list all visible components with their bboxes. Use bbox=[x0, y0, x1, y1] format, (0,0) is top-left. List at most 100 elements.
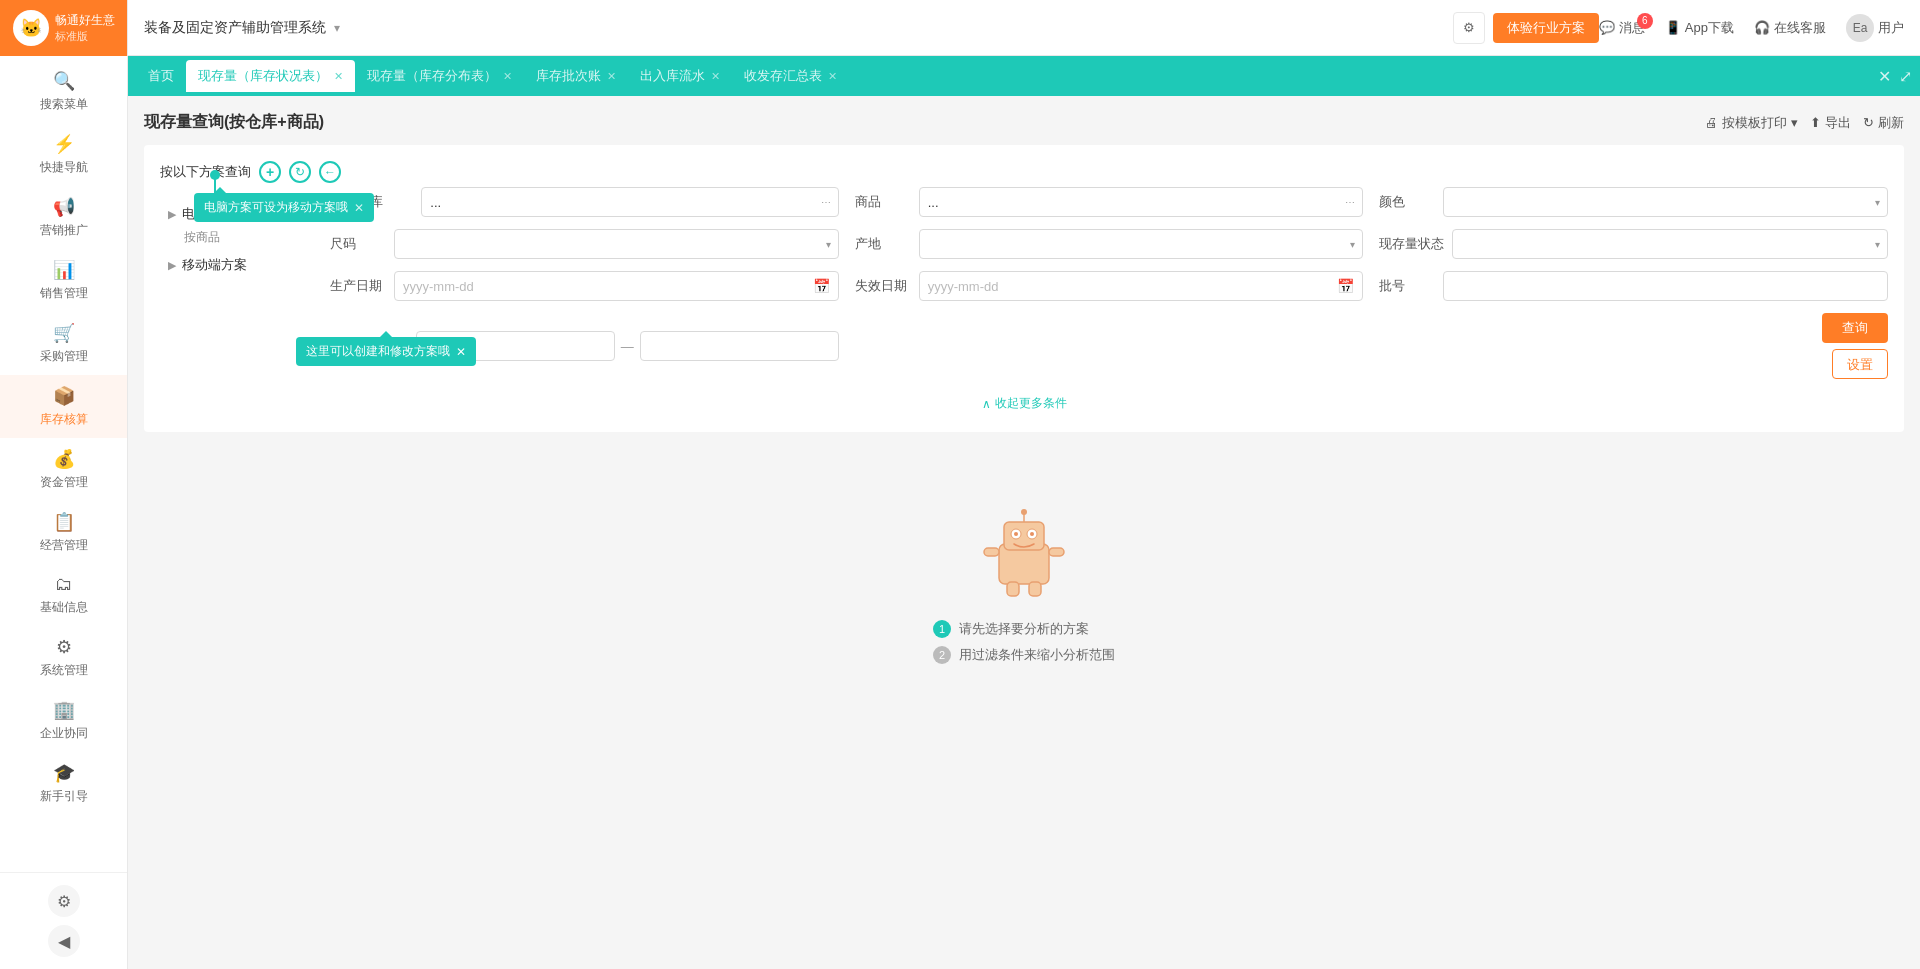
sidebar-bottom: ⚙ ◀ bbox=[0, 872, 127, 969]
system-title-text: 装备及固定资产辅助管理系统 bbox=[144, 19, 326, 37]
expiry-date-calendar-icon: 📅 bbox=[1337, 278, 1354, 294]
stock-main-to[interactable] bbox=[640, 331, 839, 361]
scheme-tooltip-1-close[interactable]: ✕ bbox=[354, 201, 364, 215]
tab-close-inventory-dist[interactable]: ✕ bbox=[503, 70, 512, 83]
sidebar-item-enterprise[interactable]: 🏢 企业协同 bbox=[0, 689, 127, 752]
reset-button[interactable]: 设置 bbox=[1832, 349, 1888, 379]
refresh-icon: ↻ bbox=[1863, 115, 1874, 130]
sidebar-item-marketing[interactable]: 📢 营销推广 bbox=[0, 186, 127, 249]
filter-add-scheme-button[interactable]: + bbox=[259, 161, 281, 183]
export-icon: ⬆ bbox=[1810, 115, 1821, 130]
tab-inventory-dist[interactable]: 现存量（库存分布表） ✕ bbox=[355, 60, 524, 92]
tab-close-all-button[interactable]: ✕ bbox=[1878, 67, 1891, 86]
sidebar-item-search[interactable]: 🔍 搜索菜单 bbox=[0, 60, 127, 123]
user-avatar: Ea bbox=[1846, 14, 1874, 42]
origin-select[interactable] bbox=[919, 229, 1364, 259]
settings-button[interactable]: ⚙ bbox=[48, 885, 80, 917]
main-area: 装备及固定资产辅助管理系统 ▾ ⚙ 体验行业方案 💬 消息 6 📱 App下载 … bbox=[128, 0, 1920, 969]
collapse-bar[interactable]: ∧ 收起更多条件 bbox=[160, 387, 1888, 416]
tab-maximize-button[interactable]: ⤢ bbox=[1899, 67, 1912, 86]
user-action[interactable]: Ea 用户 bbox=[1846, 14, 1904, 42]
collapse-sidebar-button[interactable]: ◀ bbox=[48, 925, 80, 957]
origin-label: 产地 bbox=[855, 235, 911, 253]
online-service-action[interactable]: 🎧 在线客服 bbox=[1754, 19, 1826, 37]
filter-refresh-button[interactable]: ↻ bbox=[289, 161, 311, 183]
refresh-button[interactable]: ↻ 刷新 bbox=[1863, 114, 1904, 132]
settings-gear-button[interactable]: ⚙ bbox=[1453, 12, 1485, 44]
tab-close-batch-ledger[interactable]: ✕ bbox=[607, 70, 616, 83]
svg-rect-8 bbox=[1007, 582, 1019, 596]
stock-status-select[interactable] bbox=[1452, 229, 1888, 259]
tab-inout-flow[interactable]: 出入库流水 ✕ bbox=[628, 60, 732, 92]
filter-row-color: 颜色 ▾ bbox=[1379, 187, 1888, 217]
query-button[interactable]: 查询 bbox=[1822, 313, 1888, 343]
app-download-action[interactable]: 📱 App下载 bbox=[1665, 19, 1734, 37]
filter-row-stock-status: 现存量状态 ▾ bbox=[1379, 229, 1888, 259]
inventory-icon: 📦 bbox=[53, 385, 75, 407]
marketing-icon: 📢 bbox=[53, 196, 75, 218]
filter-back-button[interactable]: ← bbox=[319, 161, 341, 183]
warehouse-select-wrap: ⋯ bbox=[421, 187, 838, 217]
page-title: 现存量查询(按仓库+商品) bbox=[144, 112, 324, 133]
batch-no-label: 批号 bbox=[1379, 277, 1435, 295]
tab-close-inout-flow[interactable]: ✕ bbox=[711, 70, 720, 83]
svg-rect-7 bbox=[1049, 548, 1064, 556]
logo-text: 畅通好生意 标准版 bbox=[55, 13, 115, 43]
production-date-calendar-icon: 📅 bbox=[813, 278, 830, 294]
query-action-col: 查询 设置 bbox=[1379, 313, 1888, 379]
message-action[interactable]: 💬 消息 6 bbox=[1599, 19, 1645, 37]
sidebar-item-quicknav[interactable]: ⚡ 快捷导航 bbox=[0, 123, 127, 186]
filter-row-warehouse: ··· 仓库 ⋯ bbox=[330, 187, 839, 217]
sidebar-item-operations[interactable]: 📋 经营管理 bbox=[0, 501, 127, 564]
production-date-input[interactable]: yyyy-mm-dd 📅 bbox=[394, 271, 839, 301]
stock-range-separator: — bbox=[621, 339, 634, 354]
finance-icon: 💰 bbox=[53, 448, 75, 470]
scheme-node-mobile[interactable]: ▶ 移动端方案 bbox=[160, 252, 320, 278]
collapse-icon: ∧ bbox=[982, 397, 991, 411]
color-select[interactable] bbox=[1443, 187, 1888, 217]
step-2-num: 2 bbox=[933, 646, 951, 664]
sidebar-item-sales[interactable]: 📊 销售管理 bbox=[0, 249, 127, 312]
sidebar-item-basic[interactable]: 🗂 基础信息 bbox=[0, 564, 127, 626]
export-button[interactable]: ⬆ 导出 bbox=[1810, 114, 1851, 132]
scheme-child-1: 按商品 bbox=[160, 227, 320, 248]
warehouse-input[interactable] bbox=[421, 187, 838, 217]
filter-row-expiry-date: 失效日期 yyyy-mm-dd 📅 bbox=[855, 271, 1364, 301]
industry-plan-button[interactable]: 体验行业方案 bbox=[1493, 13, 1599, 43]
sidebar-item-system[interactable]: ⚙ 系统管理 bbox=[0, 626, 127, 689]
tab-batch-ledger[interactable]: 库存批次账 ✕ bbox=[524, 60, 628, 92]
batch-no-input[interactable] bbox=[1443, 271, 1888, 301]
scheme-edit-tooltip-close[interactable]: ✕ bbox=[456, 345, 466, 359]
tab-close-inventory-status[interactable]: ✕ bbox=[334, 70, 343, 83]
empty-step-2: 2 用过滤条件来缩小分析范围 bbox=[933, 646, 1115, 664]
goods-label: 商品 bbox=[855, 193, 911, 211]
tab-inventory-status[interactable]: 现存量（库存状况表） ✕ bbox=[186, 60, 355, 92]
page-actions: 🖨 按模板打印 ▾ ⬆ 导出 ↻ 刷新 bbox=[1705, 114, 1904, 132]
system-title-dropdown-icon[interactable]: ▾ bbox=[334, 21, 340, 35]
top-header: 装备及固定资产辅助管理系统 ▾ ⚙ 体验行业方案 💬 消息 6 📱 App下载 … bbox=[128, 0, 1920, 56]
color-label: 颜色 bbox=[1379, 193, 1435, 211]
tab-collect-summary[interactable]: 收发存汇总表 ✕ bbox=[732, 60, 849, 92]
goods-input[interactable] bbox=[919, 187, 1364, 217]
tab-home[interactable]: 首页 bbox=[136, 60, 186, 92]
size-select-wrap: ▾ bbox=[394, 229, 839, 259]
expiry-date-input[interactable]: yyyy-mm-dd 📅 bbox=[919, 271, 1364, 301]
operations-icon: 📋 bbox=[53, 511, 75, 533]
phone-icon: 📱 bbox=[1665, 20, 1681, 35]
filter-row-size: 尺码 ▾ bbox=[330, 229, 839, 259]
sidebar-item-inventory[interactable]: 📦 库存核算 bbox=[0, 375, 127, 438]
sidebar-item-purchase[interactable]: 🛒 采购管理 bbox=[0, 312, 127, 375]
print-button[interactable]: 🖨 按模板打印 ▾ bbox=[1705, 114, 1798, 132]
stock-status-select-wrap: ▾ bbox=[1452, 229, 1888, 259]
logo-area: 🐱 畅通好生意 标准版 bbox=[0, 0, 127, 56]
empty-illustration bbox=[974, 504, 1074, 604]
mobile-node-arrow: ▶ bbox=[168, 259, 176, 272]
tab-bar-actions: ✕ ⤢ bbox=[1878, 67, 1912, 86]
sidebar-item-guide[interactable]: 🎓 新手引导 bbox=[0, 752, 127, 815]
origin-select-wrap: ▾ bbox=[919, 229, 1364, 259]
tab-close-collect-summary[interactable]: ✕ bbox=[828, 70, 837, 83]
purchase-icon: 🛒 bbox=[53, 322, 75, 344]
size-select[interactable] bbox=[394, 229, 839, 259]
logo-icon: 🐱 bbox=[13, 10, 49, 46]
sidebar-item-finance[interactable]: 💰 资金管理 bbox=[0, 438, 127, 501]
